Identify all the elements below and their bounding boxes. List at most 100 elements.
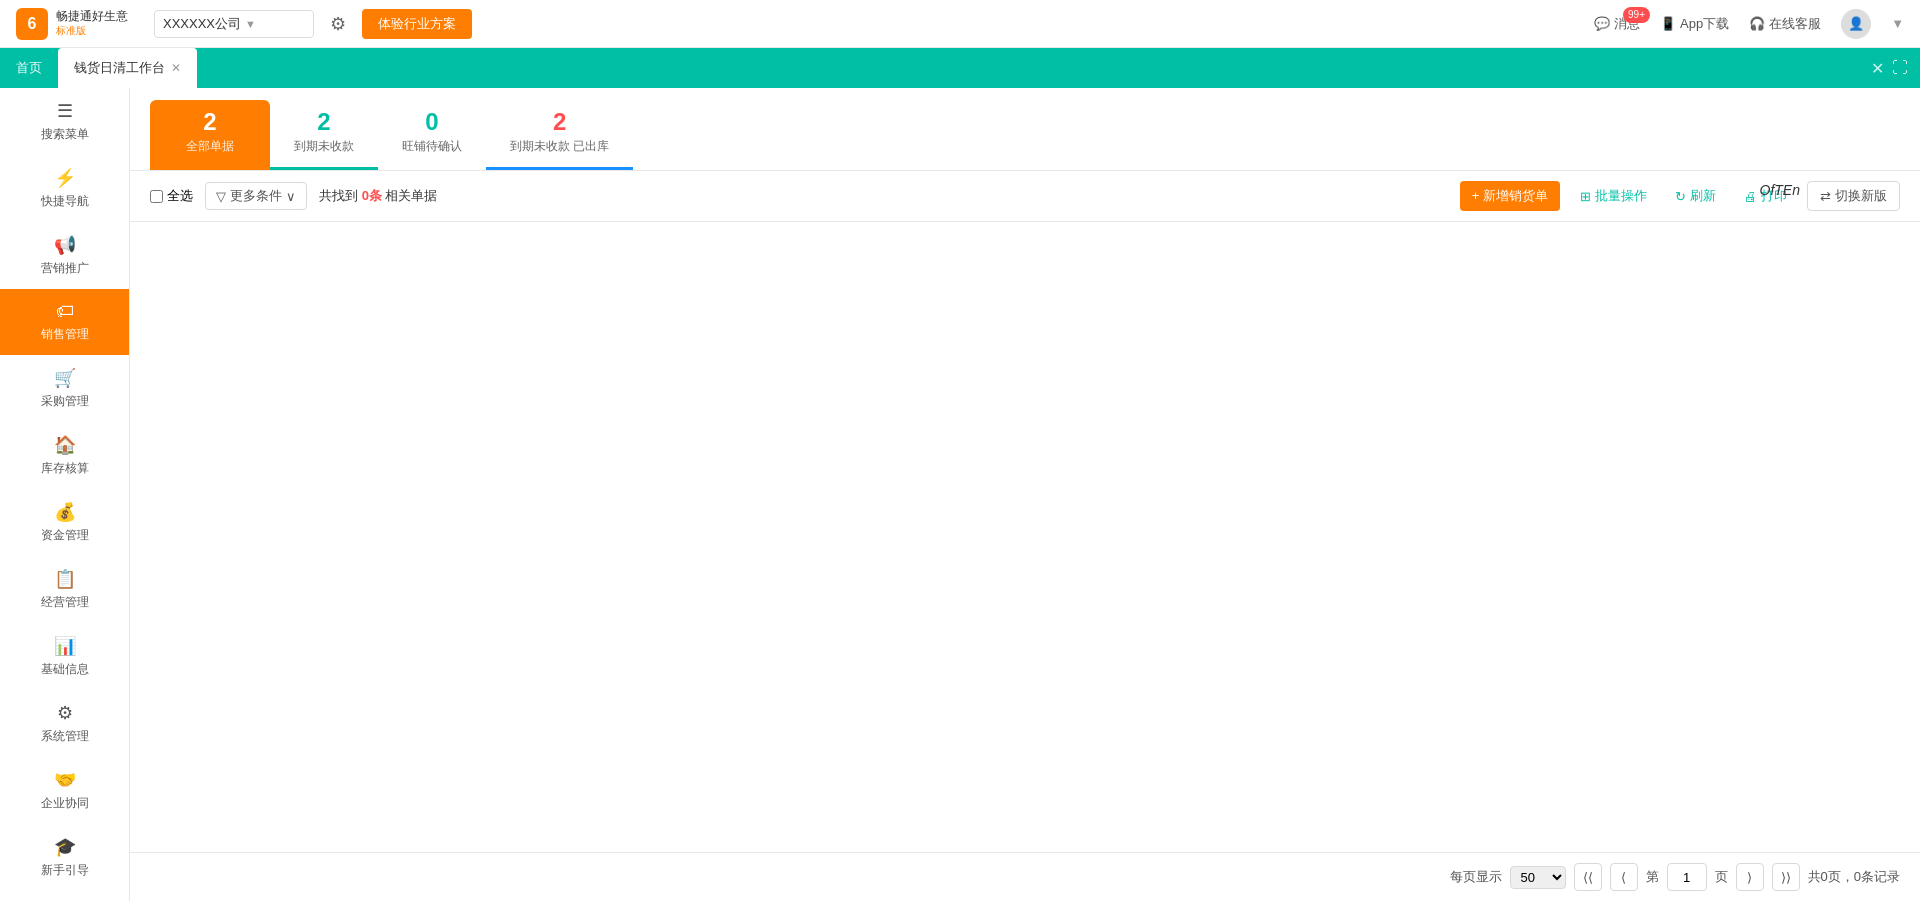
pagination: 每页显示 50 100 200 ⟨⟨ ⟨ 第 页 ⟩ ⟩⟩ 共0页，0条记录: [130, 852, 1920, 901]
tab-bar: 首页 钱货日清工作台 ✕ ✕ ⛶: [0, 48, 1920, 88]
main-content: 2 全部单据 2 到期未收款 0 旺铺待确认 2 到期未收款 已出库: [130, 88, 1920, 901]
guide-icon: 🎓: [54, 836, 76, 858]
print-icon: 🖨: [1744, 189, 1757, 204]
stats-tab-wangpu[interactable]: 0 旺铺待确认: [378, 100, 486, 170]
sidebar-item-system[interactable]: ⚙ 系统管理: [0, 690, 129, 757]
message-badge: 99+: [1623, 7, 1650, 23]
stats-tab-due-shipped[interactable]: 2 到期未收款 已出库: [486, 100, 633, 170]
stats-number-wangpu: 0: [425, 108, 438, 136]
sidebar-item-appstore[interactable]: 📱 应用中心: [0, 891, 129, 901]
stats-number-all: 2: [203, 108, 216, 136]
refresh-btn[interactable]: ↻ 刷新: [1667, 183, 1724, 209]
sidebar-label-purchase: 采购管理: [41, 393, 89, 410]
online-service-btn[interactable]: 🎧 在线客服: [1749, 15, 1821, 33]
next-page-btn[interactable]: ⟩: [1736, 863, 1764, 891]
sidebar-label-cooperation: 企业协同: [41, 795, 89, 812]
sidebar-item-operations[interactable]: 📋 经营管理: [0, 556, 129, 623]
sidebar-item-sales[interactable]: 🏷 销售管理: [0, 289, 129, 355]
logo-name: 畅捷通好生意: [56, 9, 128, 25]
stats-tab-all[interactable]: 2 全部单据: [150, 100, 270, 170]
found-text: 共找到 0条 相关单据: [319, 187, 437, 205]
inventory-icon: 🏠: [54, 434, 76, 456]
tab-maximize-icon[interactable]: ⛶: [1892, 59, 1908, 78]
basic-info-icon: 📊: [54, 635, 76, 657]
found-count: 0条: [362, 188, 382, 203]
company-name: XXXXXX公司: [163, 15, 241, 33]
batch-btn[interactable]: ⊞ 批量操作: [1572, 183, 1655, 209]
sidebar-label-basic-info: 基础信息: [41, 661, 89, 678]
table-area: [130, 222, 1920, 852]
tab-work-bench[interactable]: 钱货日清工作台 ✕: [58, 48, 197, 88]
first-page-btn[interactable]: ⟨⟨: [1574, 863, 1602, 891]
headset-icon: 🎧: [1749, 16, 1765, 31]
search-menu-icon: ☰: [57, 100, 73, 122]
switch-version-btn[interactable]: ⇄ 切换新版: [1807, 181, 1900, 211]
page-input[interactable]: [1667, 863, 1707, 891]
sidebar-item-purchase[interactable]: 🛒 采购管理: [0, 355, 129, 422]
stats-number-due-shipped: 2: [553, 108, 566, 136]
logo-badge: 标准版: [56, 24, 128, 38]
sidebar-item-search[interactable]: ☰ 搜索菜单: [0, 88, 129, 155]
tab-work-bench-label: 钱货日清工作台: [74, 59, 165, 77]
select-all-checkbox[interactable]: 全选: [150, 187, 193, 205]
sidebar-item-quicknav[interactable]: ⚡ 快捷导航: [0, 155, 129, 222]
message-icon: 💬: [1594, 16, 1610, 31]
tab-home-label: 首页: [16, 59, 42, 77]
filter-btn[interactable]: ▽ 更多条件 ∨: [205, 182, 307, 210]
quick-nav-icon: ⚡: [54, 167, 76, 189]
top-bar-right: 💬 消息 99+ 📱 App下载 🎧 在线客服 👤 ▼: [1594, 9, 1904, 39]
company-chevron-icon: ▼: [245, 18, 256, 30]
often-watermark: OfTEn: [1760, 182, 1800, 198]
logo-area: 6 畅捷通好生意 标准版: [16, 8, 146, 40]
message-btn[interactable]: 💬 消息 99+: [1594, 15, 1640, 33]
tab-home[interactable]: 首页: [0, 48, 58, 88]
sidebar-item-inventory[interactable]: 🏠 库存核算: [0, 422, 129, 489]
sidebar-item-guide[interactable]: 🎓 新手引导: [0, 824, 129, 891]
stats-tabs: 2 全部单据 2 到期未收款 0 旺铺待确认 2 到期未收款 已出库: [130, 88, 1920, 171]
top-bar: 6 畅捷通好生意 标准版 XXXXXX公司 ▼ ⚙ 体验行业方案 💬 消息 99…: [0, 0, 1920, 48]
sidebar-label-finance: 资金管理: [41, 527, 89, 544]
stats-label-due: 到期未收款: [294, 138, 354, 155]
sidebar-item-marketing[interactable]: 📢 营销推广: [0, 222, 129, 289]
select-all-label: 全选: [167, 187, 193, 205]
toolbar: 全选 ▽ 更多条件 ∨ 共找到 0条 相关单据 + 新增销货单 ⊞ 批量操作: [130, 171, 1920, 222]
per-page-label: 每页显示: [1450, 868, 1502, 886]
avatar[interactable]: 👤: [1841, 9, 1871, 39]
sidebar-label-search: 搜索菜单: [41, 126, 89, 143]
main-layout: ☰ 搜索菜单 ⚡ 快捷导航 📢 营销推广 🏷 销售管理 🛒 采购管理 🏠 库存核…: [0, 88, 1920, 901]
tab-close-icon[interactable]: ✕: [171, 61, 181, 75]
tab-minimize-icon[interactable]: ✕: [1871, 59, 1884, 78]
filter-icon: ▽: [216, 189, 226, 204]
toolbar-right: + 新增销货单 ⊞ 批量操作 ↻ 刷新 🖨 打印 ⇄ 切换新版: [1460, 181, 1900, 211]
select-all-input[interactable]: [150, 190, 163, 203]
settings-icon[interactable]: ⚙: [322, 8, 354, 40]
stats-label-wangpu: 旺铺待确认: [402, 138, 462, 155]
empty-state: [130, 222, 1920, 852]
sales-icon: 🏷: [56, 301, 74, 322]
operations-icon: 📋: [54, 568, 76, 590]
prev-page-btn[interactable]: ⟨: [1610, 863, 1638, 891]
sidebar-label-system: 系统管理: [41, 728, 89, 745]
last-page-btn[interactable]: ⟩⟩: [1772, 863, 1800, 891]
finance-icon: 💰: [54, 501, 76, 523]
stats-tab-due[interactable]: 2 到期未收款: [270, 100, 378, 170]
marketing-icon: 📢: [54, 234, 76, 256]
stats-number-due: 2: [317, 108, 330, 136]
app-download-btn[interactable]: 📱 App下载: [1660, 15, 1729, 33]
page-label: 第: [1646, 868, 1659, 886]
sidebar-label-sales: 销售管理: [41, 326, 89, 343]
sidebar-item-cooperation[interactable]: 🤝 企业协同: [0, 757, 129, 824]
per-page-select[interactable]: 50 100 200: [1510, 866, 1566, 889]
sidebar-label-guide: 新手引导: [41, 862, 89, 879]
stats-label-all: 全部单据: [186, 138, 234, 155]
refresh-icon: ↻: [1675, 189, 1686, 204]
add-order-btn[interactable]: + 新增销货单: [1460, 181, 1560, 211]
company-selector[interactable]: XXXXXX公司 ▼: [154, 10, 314, 38]
sidebar-item-basic-info[interactable]: 📊 基础信息: [0, 623, 129, 690]
experience-btn[interactable]: 体验行业方案: [362, 9, 472, 39]
toolbar-left: 全选 ▽ 更多条件 ∨ 共找到 0条 相关单据: [150, 182, 437, 210]
app-download-icon: 📱: [1660, 16, 1676, 31]
sidebar-item-finance[interactable]: 💰 资金管理: [0, 489, 129, 556]
system-icon: ⚙: [57, 702, 73, 724]
username-area[interactable]: ▼: [1891, 16, 1904, 31]
